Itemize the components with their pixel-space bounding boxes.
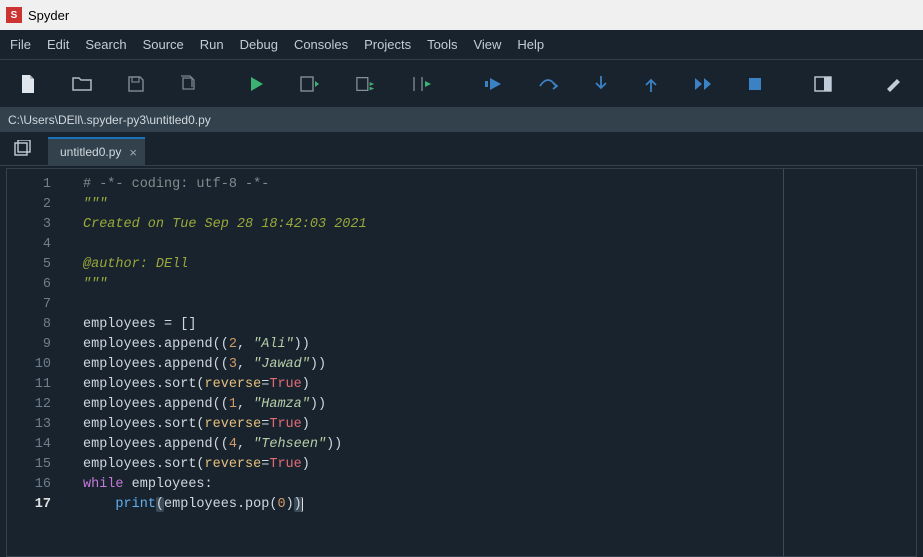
menu-debug[interactable]: Debug <box>234 34 284 55</box>
step-into-icon[interactable] <box>594 74 608 94</box>
run-selection-icon[interactable] <box>412 74 432 94</box>
run-icon[interactable] <box>250 74 264 94</box>
line-number: 4 <box>7 235 51 255</box>
menu-run[interactable]: Run <box>194 34 230 55</box>
tab-label: untitled0.py <box>60 145 121 159</box>
save-icon[interactable] <box>128 74 144 94</box>
path-bar: C:\Users\DEll\.spyder-py3\untitled0.py <box>0 108 923 132</box>
line-number: 9 <box>7 335 51 355</box>
menu-projects[interactable]: Projects <box>358 34 417 55</box>
run-cell-advance-icon[interactable] <box>356 74 376 94</box>
menu-search[interactable]: Search <box>79 34 132 55</box>
title-bar: S Spyder <box>0 0 923 30</box>
editor-tab-row: untitled0.py × <box>0 132 923 166</box>
run-cell-icon[interactable] <box>300 74 320 94</box>
line-number: 15 <box>7 455 51 475</box>
maximize-pane-icon[interactable] <box>814 74 832 94</box>
line-number-gutter: 1 2 3 4 5 6 7 8 9 10 11 12 13 14 15 16 1… <box>7 169 63 556</box>
tab-untitled0[interactable]: untitled0.py × <box>48 137 145 165</box>
code-text: """ <box>83 197 107 212</box>
menu-bar: File Edit Search Source Run Debug Consol… <box>0 30 923 60</box>
tab-close-icon[interactable]: × <box>129 145 137 160</box>
line-number: 5 <box>7 255 51 275</box>
save-all-icon[interactable] <box>180 74 198 94</box>
line-number: 14 <box>7 435 51 455</box>
line-number: 13 <box>7 415 51 435</box>
file-path: C:\Users\DEll\.spyder-py3\untitled0.py <box>8 113 211 127</box>
step-over-icon[interactable] <box>538 74 558 94</box>
toolbar <box>0 60 923 108</box>
code-area[interactable]: # -*- coding: utf-8 -*- """ Created on T… <box>63 169 916 556</box>
code-text: employees = [] <box>83 317 196 332</box>
spyder-logo-icon: S <box>6 7 22 23</box>
menu-view[interactable]: View <box>467 34 507 55</box>
line-number: 3 <box>7 215 51 235</box>
menu-source[interactable]: Source <box>137 34 190 55</box>
line-number: 8 <box>7 315 51 335</box>
app-title: Spyder <box>28 8 69 23</box>
step-out-icon[interactable] <box>644 74 658 94</box>
code-text: """ <box>83 277 107 292</box>
open-folder-icon[interactable] <box>72 74 92 94</box>
code-text: @author: DEll <box>83 257 188 272</box>
line-number: 6 <box>7 275 51 295</box>
menu-file[interactable]: File <box>4 34 37 55</box>
stop-debug-icon[interactable] <box>748 74 762 94</box>
menu-edit[interactable]: Edit <box>41 34 75 55</box>
code-editor[interactable]: 1 2 3 4 5 6 7 8 9 10 11 12 13 14 15 16 1… <box>6 168 917 557</box>
line-number: 7 <box>7 295 51 315</box>
line-number: 1 <box>7 175 51 195</box>
line-number: 12 <box>7 395 51 415</box>
code-text: # -*- coding: utf-8 -*- <box>83 177 269 192</box>
line-number: 16 <box>7 475 51 495</box>
menu-tools[interactable]: Tools <box>421 34 463 55</box>
line-number-current: 17 <box>7 495 51 515</box>
new-file-icon[interactable] <box>20 74 36 94</box>
browse-tabs-icon[interactable] <box>10 135 36 161</box>
menu-consoles[interactable]: Consoles <box>288 34 354 55</box>
ruler-line <box>783 169 784 556</box>
preferences-icon[interactable] <box>884 74 902 94</box>
code-text: Created on Tue Sep 28 18:42:03 2021 <box>83 217 367 232</box>
line-number: 10 <box>7 355 51 375</box>
menu-help[interactable]: Help <box>511 34 550 55</box>
continue-icon[interactable] <box>694 74 712 94</box>
line-number: 2 <box>7 195 51 215</box>
line-number: 11 <box>7 375 51 395</box>
debug-icon[interactable] <box>484 74 502 94</box>
